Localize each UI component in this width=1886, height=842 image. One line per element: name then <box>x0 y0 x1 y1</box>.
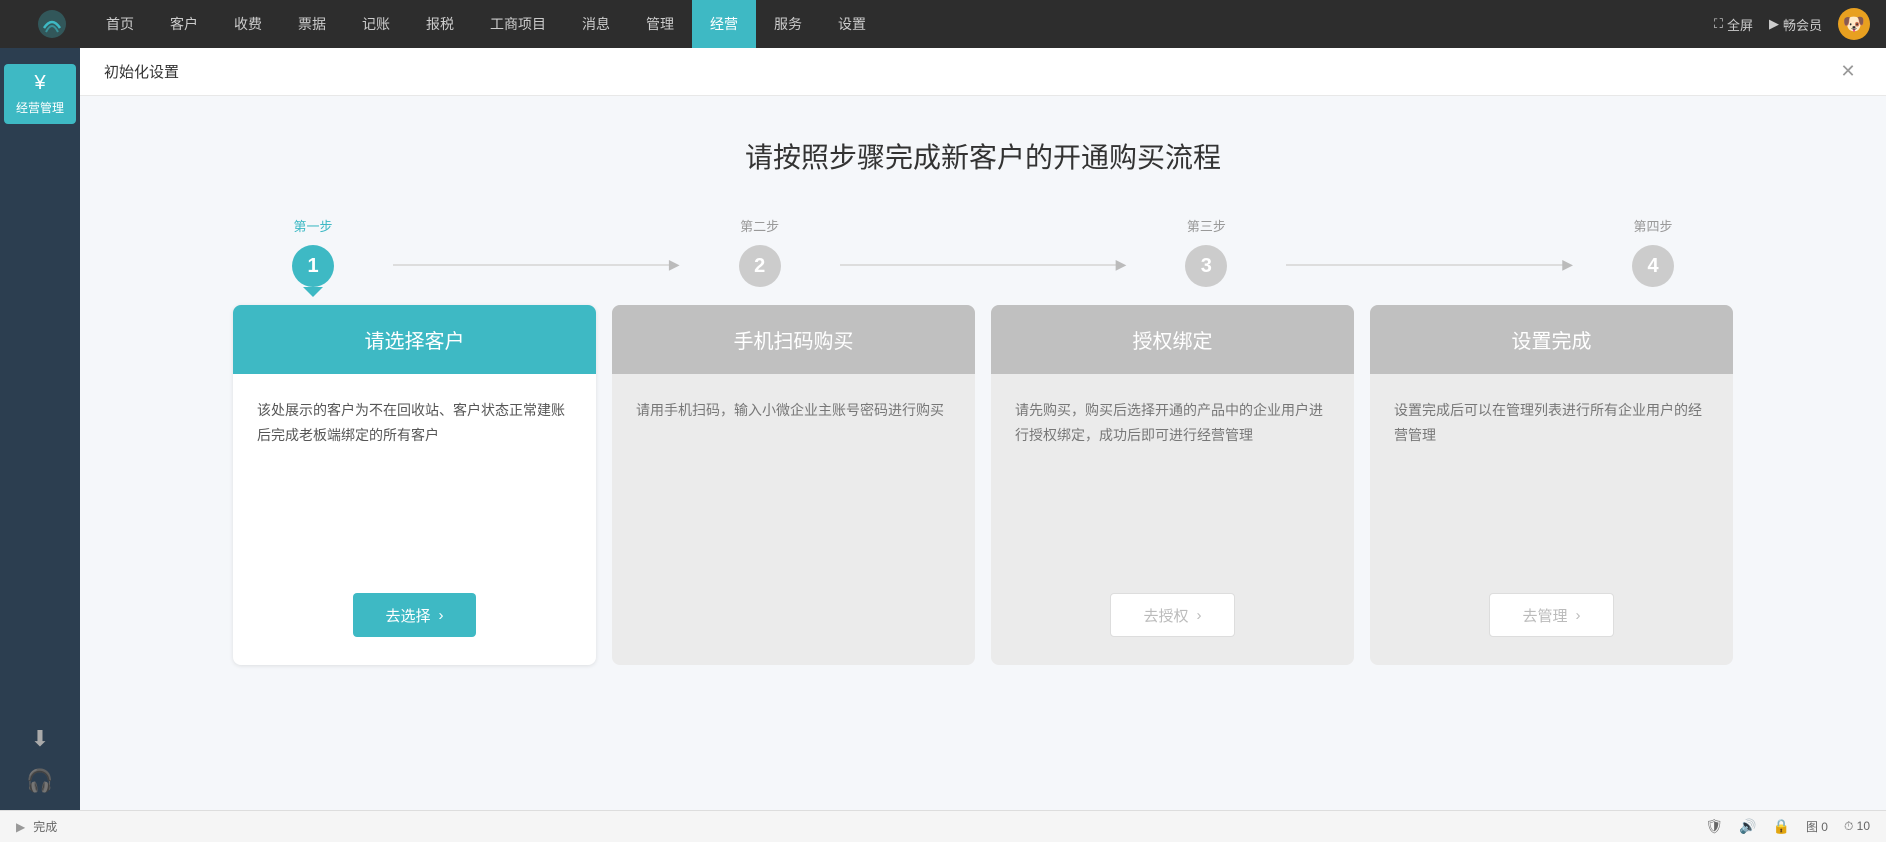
nav-industry[interactable]: 工商项目 <box>472 0 564 48</box>
card2-body: 请用手机扫码，输入小微企业主账号密码进行购买 <box>612 374 975 625</box>
card4-header: 设置完成 <box>1370 305 1733 374</box>
step1-circle: 1 <box>292 245 334 287</box>
download-icon[interactable]: ⬇ <box>31 726 49 752</box>
step-card-2: 手机扫码购买 请用手机扫码，输入小微企业主账号密码进行购买 <box>612 305 975 665</box>
close-button[interactable]: ✕ <box>1834 58 1862 86</box>
nav-settings[interactable]: 设置 <box>820 0 884 48</box>
nav-items: 首页 客户 收费 票据 记账 报税 工商项目 消息 管理 经营 服务 设置 <box>88 0 1714 48</box>
step2-label: 第二步 <box>740 216 779 235</box>
page-title: 初始化设置 <box>104 61 179 82</box>
connector-3-4: ▶ <box>1286 256 1573 273</box>
steps-header: 第一步 1 ▶ 第二步 2 <box>233 216 1733 297</box>
top-nav: 首页 客户 收费 票据 记账 报税 工商项目 消息 管理 经营 服务 设置 ⛶ … <box>0 0 1886 48</box>
card1-header: 请选择客户 <box>233 305 596 374</box>
sidebar-bottom: ⬇ 🎧 <box>26 726 53 794</box>
step2-head: 第二步 2 <box>680 216 840 297</box>
play-icon: ▶ <box>16 820 25 834</box>
clock-icon: ⏱ 10 <box>1844 819 1870 834</box>
content-area: 初始化设置 ✕ 请按照步骤完成新客户的开通购买流程 第一步 1 <box>80 48 1886 810</box>
fullscreen-btn[interactable]: ⛶ 全屏 <box>1714 15 1753 34</box>
status-label: 完成 <box>33 818 57 835</box>
wizard-title: 请按照步骤完成新客户的开通购买流程 <box>745 136 1221 176</box>
sidebar-item-operation[interactable]: ¥ 经营管理 <box>4 64 76 124</box>
headset-icon[interactable]: 🎧 <box>26 768 53 794</box>
nav-customer[interactable]: 客户 <box>152 0 216 48</box>
card3-header: 授权绑定 <box>991 305 1354 374</box>
nav-message[interactable]: 消息 <box>564 0 628 48</box>
step4-circle: 4 <box>1632 245 1674 287</box>
fullscreen-icon: ⛶ <box>1714 16 1723 32</box>
nav-manage[interactable]: 管理 <box>628 0 692 48</box>
nav-service[interactable]: 服务 <box>756 0 820 48</box>
status-bar: ▶ 完成 🛡 🔊 🔒 图 0 ⏱ 10 <box>0 810 1886 842</box>
chat-icon: 图 0 <box>1806 818 1828 835</box>
card1-body: 该处展示的客户为不在回收站、客户状态正常建账后完成老板端绑定的所有客户 <box>233 374 596 581</box>
step-card-3: 授权绑定 请先购买，购买后选择开通的产品中的企业用户进行授权绑定，成功后即可进行… <box>991 305 1354 665</box>
nav-operation[interactable]: 经营 <box>692 0 756 48</box>
go-manage-button[interactable]: 去管理 › <box>1489 593 1613 637</box>
page-wrapper: 首页 客户 收费 票据 记账 报税 工商项目 消息 管理 经营 服务 设置 ⛶ … <box>0 0 1886 842</box>
vip-icon: ▶ <box>1769 16 1779 32</box>
page-header: 初始化设置 ✕ <box>80 48 1886 96</box>
step3-head: 第三步 3 <box>1126 216 1286 297</box>
nav-account[interactable]: 记账 <box>344 0 408 48</box>
sidebar: ¥ 经营管理 ⬇ 🎧 <box>0 48 80 810</box>
volume-icon: 🔊 <box>1739 818 1756 835</box>
card4-footer: 去管理 › <box>1370 581 1733 665</box>
connector-1-2: ▶ <box>393 256 680 273</box>
step4-head: 第四步 4 <box>1573 216 1733 297</box>
go-select-button[interactable]: 去选择 › <box>353 593 475 637</box>
card2-footer <box>612 625 975 665</box>
nav-bill[interactable]: 票据 <box>280 0 344 48</box>
card3-footer: 去授权 › <box>991 581 1354 665</box>
nav-right: ⛶ 全屏 ▶ 畅会员 🐶 <box>1714 8 1870 40</box>
nav-fee[interactable]: 收费 <box>216 0 280 48</box>
sidebar-item-label: 经营管理 <box>16 99 64 116</box>
nav-home[interactable]: 首页 <box>88 0 152 48</box>
lock-icon: 🔒 <box>1773 818 1790 835</box>
card1-footer: 去选择 › <box>233 581 596 665</box>
wizard-content: 请按照步骤完成新客户的开通购买流程 第一步 1 <box>80 96 1886 810</box>
step-card-1: 请选择客户 该处展示的客户为不在回收站、客户状态正常建账后完成老板端绑定的所有客… <box>233 305 596 665</box>
step-card-4: 设置完成 设置完成后可以在管理列表进行所有企业用户的经营管理 去管理 › <box>1370 305 1733 665</box>
step1-label: 第一步 <box>293 216 332 235</box>
step1-pointer <box>303 287 323 297</box>
nav-logo <box>16 8 88 40</box>
card4-body: 设置完成后可以在管理列表进行所有企业用户的经营管理 <box>1370 374 1733 581</box>
arrow-icon-1: › <box>439 607 444 624</box>
nav-tax[interactable]: 报税 <box>408 0 472 48</box>
status-bar-right: 🛡 🔊 🔒 图 0 ⏱ 10 <box>1705 818 1870 835</box>
step3-circle: 3 <box>1185 245 1227 287</box>
shield-icon: 🛡 <box>1705 818 1723 835</box>
steps-section: 第一步 1 ▶ 第二步 2 <box>233 216 1733 665</box>
arrow-icon-3: › <box>1197 607 1202 624</box>
card2-header: 手机扫码购买 <box>612 305 975 374</box>
go-authorize-button[interactable]: 去授权 › <box>1110 593 1234 637</box>
step2-circle: 2 <box>739 245 781 287</box>
main-layout: ¥ 经营管理 ⬇ 🎧 初始化设置 ✕ 请按照步骤完成新客户的开通购买流程 <box>0 48 1886 810</box>
step1-head: 第一步 1 <box>233 216 393 297</box>
avatar[interactable]: 🐶 <box>1838 8 1870 40</box>
cards-container: 请选择客户 该处展示的客户为不在回收站、客户状态正常建账后完成老板端绑定的所有客… <box>233 305 1733 665</box>
arrow-icon-4: › <box>1576 607 1581 624</box>
vip-btn[interactable]: ▶ 畅会员 <box>1769 15 1822 34</box>
card3-body: 请先购买，购买后选择开通的产品中的企业用户进行授权绑定，成功后即可进行经营管理 <box>991 374 1354 581</box>
step4-label: 第四步 <box>1634 216 1673 235</box>
step3-label: 第三步 <box>1187 216 1226 235</box>
connector-2-3: ▶ <box>840 256 1127 273</box>
yuan-icon: ¥ <box>34 72 45 95</box>
